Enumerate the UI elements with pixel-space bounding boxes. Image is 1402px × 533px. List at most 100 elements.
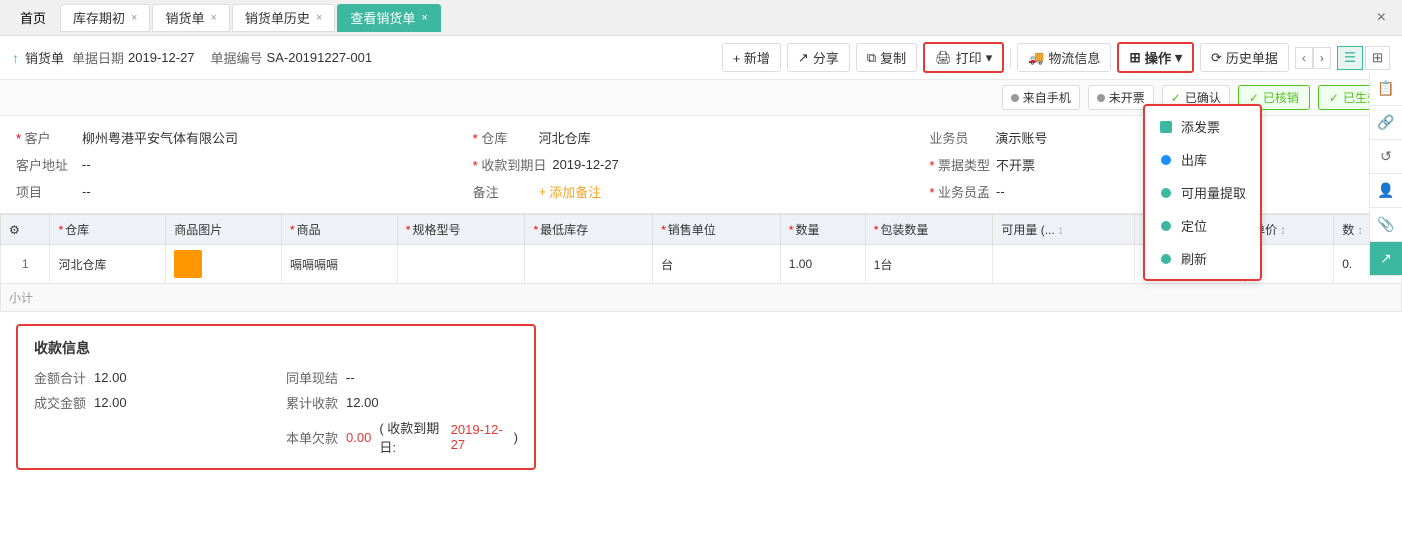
project-label: 项目 (16, 182, 76, 201)
remark-label: 备注 (473, 182, 533, 201)
doc-type-icon: ↑ (12, 50, 19, 66)
address-field: 客户地址 -- (16, 155, 473, 174)
view-toggle: ☰ ⊞ (1337, 46, 1390, 70)
copy-icon: ⧉ (867, 50, 876, 66)
right-icon-4[interactable]: 👤 (1370, 174, 1402, 208)
right-icon-2[interactable]: 🔗 (1370, 106, 1402, 140)
subtotal-label: 小计 (1, 284, 1402, 312)
owed-row: 本单欠款 0.00 ( 收款到期日: 2019-12-27 ) (286, 418, 518, 456)
total-received-label: 累计收款 (286, 393, 338, 412)
doc-num-value: SA-20191227-001 (267, 50, 373, 65)
history-icon: ⟳ (1211, 50, 1222, 66)
row-unit: 台 (653, 245, 781, 284)
menu-outbound[interactable]: 出库 (1145, 143, 1260, 176)
tab-bar: 首页 库存期初 × 销货单 × 销货单历史 × 查看销货单 × × (0, 0, 1402, 36)
doc-type-label: 销货单 (25, 48, 64, 67)
salesperson-label: 业务员孟 (929, 182, 990, 201)
transaction-row: 成交金额 12.00 (34, 393, 266, 412)
from-phone-button[interactable]: 来自手机 (1002, 85, 1080, 110)
transaction-label: 成交金额 (34, 393, 86, 412)
copy-button[interactable]: ⧉ 复制 (856, 43, 917, 72)
row-qty: 1.00 (780, 245, 865, 284)
history-label: 历史单据 (1226, 48, 1278, 67)
right-icon-1[interactable]: 📋 (1370, 72, 1402, 106)
menu-add-invoice[interactable]: 添发票 (1145, 110, 1260, 143)
list-view-button[interactable]: ☰ (1337, 46, 1363, 70)
available-qty-label: 可用量提取 (1181, 183, 1246, 202)
tab-view-sales[interactable]: 查看销货单 × (337, 4, 440, 32)
right-icons-panel: 📋 🔗 ↺ 👤 📎 ↗ (1369, 72, 1402, 276)
amount-value: 12.00 (94, 370, 127, 385)
add-invoice-icon (1159, 120, 1173, 134)
tab-inventory-close[interactable]: × (131, 12, 137, 24)
right-icon-5[interactable]: 📎 (1370, 208, 1402, 242)
add-button[interactable]: + 新增 (722, 43, 781, 72)
tab-sales-history[interactable]: 销货单历史 × (232, 4, 335, 32)
share-button[interactable]: ↗ 分享 (787, 43, 850, 72)
window-close-button[interactable]: × (1369, 9, 1394, 27)
add-label: + 新增 (733, 48, 770, 67)
menu-locate[interactable]: 定位 (1145, 209, 1260, 242)
tab-inventory-label: 库存期初 (73, 8, 125, 27)
tab-sales-close[interactable]: × (210, 12, 216, 24)
menu-available-qty[interactable]: 可用量提取 (1145, 176, 1260, 209)
copy-label: 复制 (880, 48, 906, 67)
address-value: -- (82, 157, 91, 172)
add-remark-button[interactable]: + 添加备注 (539, 182, 602, 201)
tab-home[interactable]: 首页 (8, 8, 58, 27)
toolbar-separator (1010, 48, 1011, 68)
tab-sales-history-close[interactable]: × (316, 12, 322, 24)
operation-icon: ⊞ (1129, 50, 1140, 66)
payment-date-label: 收款到期日 (473, 155, 547, 174)
add-invoice-label: 添发票 (1181, 117, 1220, 136)
warehouse-value: 河北仓库 (539, 128, 591, 147)
row-product: 嗝嗝嗝嗝 (282, 245, 398, 284)
doc-meta: 单据日期 2019-12-27 单据编号 SA-20191227-001 (72, 48, 372, 67)
col-available: 可用量 (...↕ (993, 215, 1134, 245)
menu-refresh[interactable]: 刷新 (1145, 242, 1260, 275)
right-icon-3[interactable]: ↺ (1370, 140, 1402, 174)
phone-dot-icon (1011, 94, 1019, 102)
share-icon: ↗ (798, 50, 809, 66)
print-button[interactable]: 🖨 打印 ▾ (923, 42, 1004, 73)
row-img (166, 245, 282, 284)
col-settings[interactable]: ⚙ (1, 215, 50, 245)
salesperson-value: -- (996, 184, 1005, 199)
warehouse-field: 仓库 河北仓库 (473, 128, 930, 147)
nav-arrows: ‹ › (1295, 47, 1331, 69)
available-qty-icon (1159, 186, 1173, 200)
owed-date: 2019-12-27 (451, 422, 506, 452)
toolbar-actions: + 新增 ↗ 分享 ⧉ 复制 🖨 打印 ▾ 🚚 物流信息 ⊞ 操作 (722, 42, 1390, 73)
col-min-stock: *最低库存 (525, 215, 653, 245)
tab-sales-label: 销货单 (165, 8, 204, 27)
project-value: -- (82, 184, 91, 199)
transaction-value: 12.00 (94, 395, 127, 410)
operation-label: 操作 (1145, 48, 1172, 67)
row-spec (397, 245, 525, 284)
subtotal-row: 小计 (1, 284, 1402, 312)
outbound-label: 出库 (1181, 150, 1207, 169)
operation-button[interactable]: ⊞ 操作 ▾ (1117, 42, 1194, 73)
right-icon-6[interactable]: ↗ (1370, 242, 1402, 276)
logistics-button[interactable]: 🚚 物流信息 (1017, 43, 1111, 72)
col-spec: *规格型号 (397, 215, 525, 245)
tab-view-sales-close[interactable]: × (421, 12, 427, 24)
next-button[interactable]: › (1313, 47, 1331, 69)
grid-view-button[interactable]: ⊞ (1365, 46, 1390, 70)
payment-title: 收款信息 (34, 338, 518, 358)
history-button[interactable]: ⟳ 历史单据 (1200, 43, 1289, 72)
not-opened-dot-icon (1097, 94, 1105, 102)
prev-button[interactable]: ‹ (1295, 47, 1313, 69)
print-dropdown-icon: ▾ (986, 50, 993, 66)
tab-sales[interactable]: 销货单 × (152, 4, 229, 32)
sold-label: 已核销 (1263, 89, 1299, 106)
doc-num-field: 单据编号 SA-20191227-001 (211, 48, 373, 67)
locate-label: 定位 (1181, 216, 1207, 235)
project-field: 项目 -- (16, 182, 473, 201)
from-phone-label: 来自手机 (1023, 89, 1071, 106)
circle-teal-icon2 (1161, 221, 1171, 231)
main-area: ↑ 销货单 单据日期 2019-12-27 单据编号 SA-20191227-0… (0, 36, 1402, 533)
tab-inventory[interactable]: 库存期初 × (60, 4, 150, 32)
amount-row: 金额合计 12.00 (34, 368, 266, 387)
locate-icon (1159, 219, 1173, 233)
